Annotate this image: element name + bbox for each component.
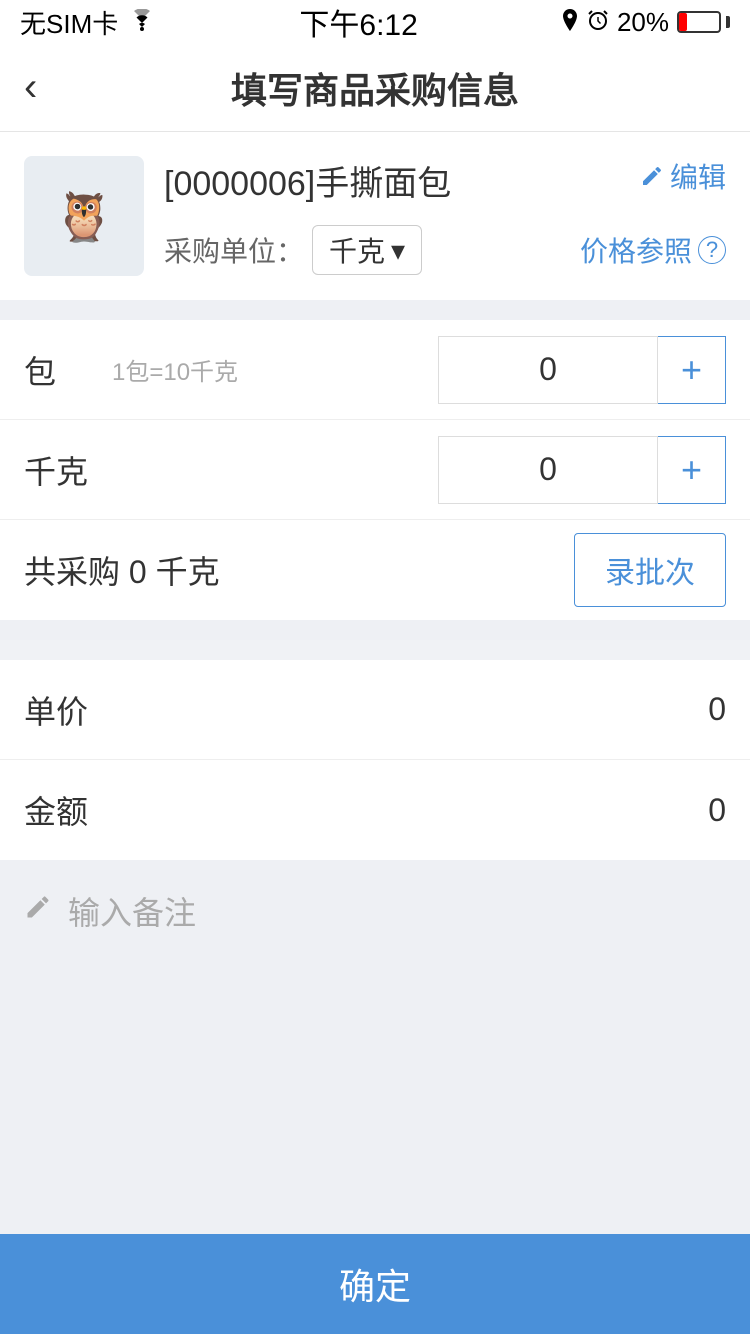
confirm-label: 确定	[339, 1258, 411, 1310]
unit-price-row: 单价 0	[0, 660, 750, 760]
kg-plus-button[interactable]: +	[658, 436, 726, 504]
bag-sublabel: 1包=10千克	[112, 352, 438, 387]
total-label: 共采购	[24, 554, 120, 590]
wifi-icon	[128, 7, 156, 38]
kg-control: 0 +	[438, 436, 726, 504]
batch-button[interactable]: 录批次	[574, 533, 726, 607]
bag-row: 包 1包=10千克 0 +	[0, 320, 750, 420]
dropdown-icon: ▾	[391, 234, 405, 267]
product-logo-icon: 🦉	[54, 188, 114, 245]
divider-1	[0, 300, 750, 320]
total-row: 共采购 0 千克 录批次	[0, 520, 750, 620]
alarm-icon	[587, 7, 609, 38]
battery-label: 20%	[617, 7, 669, 38]
bag-control: 0 +	[438, 336, 726, 404]
bag-label: 包	[24, 347, 104, 393]
product-name: [0000006]手撕面包	[164, 156, 451, 205]
status-right: 20%	[561, 7, 730, 38]
bag-input[interactable]: 0	[438, 336, 658, 404]
carrier-label: 无SIM卡	[20, 4, 118, 41]
total-text: 共采购 0 千克	[24, 547, 220, 593]
total-unit: 千克	[156, 554, 220, 590]
unit-select[interactable]: 千克 ▾	[312, 225, 422, 275]
note-placeholder: 输入备注	[68, 888, 196, 934]
product-info: [0000006]手撕面包 编辑 采购单位： 千克 ▾ 价格参照 ?	[164, 156, 726, 275]
unit-label-group: 采购单位： 千克 ▾	[164, 225, 422, 275]
edit-label: 编辑	[670, 156, 726, 196]
pencil-icon	[24, 893, 52, 929]
note-section[interactable]: 输入备注	[0, 860, 750, 962]
amount-label: 金额	[24, 787, 88, 833]
location-icon	[561, 7, 579, 38]
status-time: 下午6:12	[299, 0, 417, 44]
price-ref-label: 价格参照	[580, 230, 692, 270]
edit-button[interactable]: 编辑	[640, 156, 726, 196]
back-button[interactable]: ‹	[24, 65, 37, 110]
product-image: 🦉	[24, 156, 144, 276]
price-ref-icon: ?	[698, 236, 726, 264]
product-header: [0000006]手撕面包 编辑	[164, 156, 726, 205]
price-ref-button[interactable]: 价格参照 ?	[580, 230, 726, 270]
confirm-button[interactable]: 确定	[0, 1234, 750, 1334]
page-title: 填写商品采购信息	[231, 62, 519, 114]
price-section: 单价 0 金额 0	[0, 660, 750, 860]
unit-value: 千克	[329, 230, 385, 270]
nav-bar: ‹ 填写商品采购信息	[0, 44, 750, 132]
status-left: 无SIM卡	[20, 4, 156, 41]
amount-value: 0	[708, 792, 726, 829]
unit-price-label: 单价	[24, 687, 88, 733]
amount-row: 金额 0	[0, 760, 750, 860]
unit-label-text: 采购单位：	[164, 230, 304, 270]
total-value: 0	[129, 554, 147, 590]
kg-label: 千克	[24, 447, 104, 493]
quantity-section: 包 1包=10千克 0 + 千克 0 +	[0, 320, 750, 520]
kg-row: 千克 0 +	[0, 420, 750, 520]
status-bar: 无SIM卡 下午6:12 20%	[0, 0, 750, 44]
kg-input[interactable]: 0	[438, 436, 658, 504]
unit-price-value: 0	[708, 691, 726, 728]
battery-icon	[677, 11, 730, 33]
product-unit-row: 采购单位： 千克 ▾ 价格参照 ?	[164, 225, 726, 275]
product-card: 🦉 [0000006]手撕面包 编辑 采购单位： 千克 ▾ 价格参照 ?	[0, 132, 750, 300]
bag-plus-button[interactable]: +	[658, 336, 726, 404]
divider-2	[0, 620, 750, 640]
